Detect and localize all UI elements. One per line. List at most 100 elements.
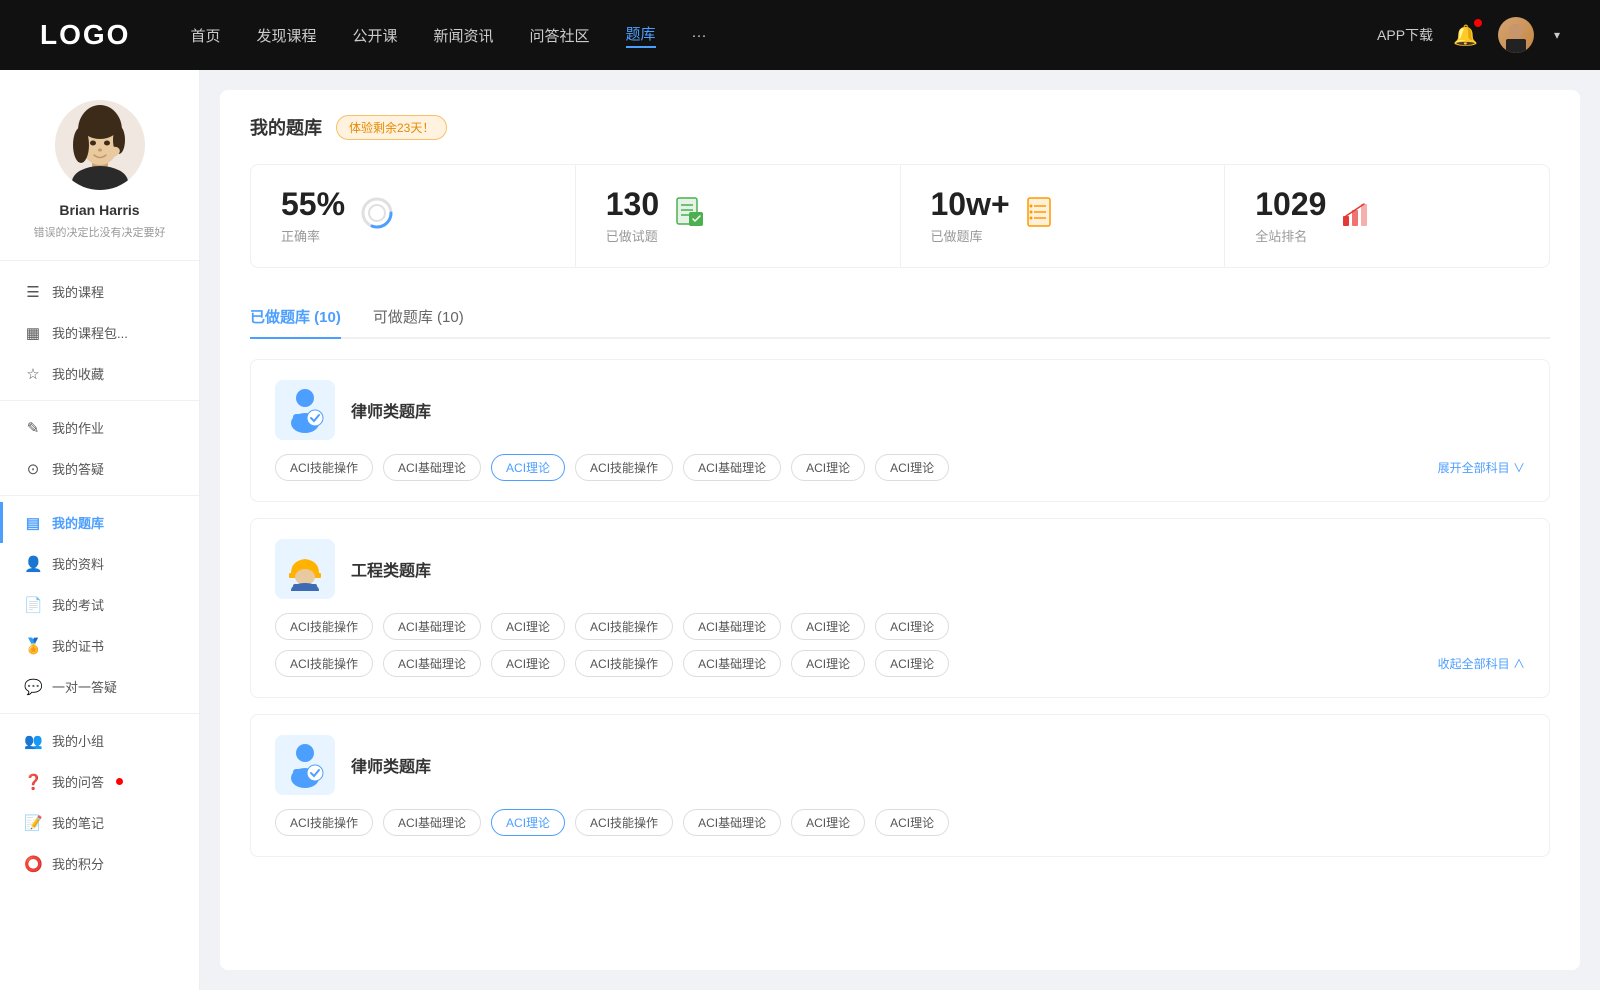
qbank-lawyer1-icon [275,380,335,440]
qbank-lawyer1-tags: ACI技能操作 ACI基础理论 ACI理论 ACI技能操作 ACI基础理论 AC… [275,454,1525,481]
stat-done-questions: 130 已做试题 [576,165,901,267]
qbank-card-engineer-header: 工程类题库 [275,539,1525,599]
collapse-engineer-link[interactable]: 收起全部科目 ∧ [1438,655,1525,672]
stat-rank-value: 1029 [1255,187,1326,222]
answerqa-icon: ⊙ [24,460,42,478]
header-right: APP下载 🔔 ▾ [1377,17,1560,53]
tag-lawyer2-1[interactable]: ACI技能操作 [275,809,373,836]
stat-rank-text: 1029 全站排名 [1255,187,1326,245]
app-download-button[interactable]: APP下载 [1377,25,1433,45]
sidebar-item-favorites[interactable]: ☆ 我的收藏 [0,353,199,394]
tag-lawyer1-1[interactable]: ACI技能操作 [275,454,373,481]
sidebar-menu: ☰ 我的课程 ▦ 我的课程包... ☆ 我的收藏 ✎ 我的作业 ⊙ 我的答疑 [0,261,199,894]
tag-lawyer2-7[interactable]: ACI理论 [875,809,949,836]
qbank-lawyer2-tags: ACI技能操作 ACI基础理论 ACI理论 ACI技能操作 ACI基础理论 AC… [275,809,1525,836]
tag-eng-13[interactable]: ACI理论 [791,650,865,677]
user-avatar [55,100,145,190]
tag-eng-12[interactable]: ACI基础理论 [683,650,781,677]
tag-eng-11[interactable]: ACI技能操作 [575,650,673,677]
favorites-icon: ☆ [24,365,42,383]
tag-eng-8[interactable]: ACI技能操作 [275,650,373,677]
questions-document-icon [673,196,707,237]
expand-lawyer1-link[interactable]: 展开全部科目 ∨ [1438,459,1525,476]
tag-lawyer1-7[interactable]: ACI理论 [875,454,949,481]
main-container: Brian Harris 错误的决定比没有决定要好 ☰ 我的课程 ▦ 我的课程包… [0,70,1600,990]
user-avatar-header[interactable] [1498,17,1534,53]
sidebar-item-exam[interactable]: 📄 我的考试 [0,584,199,625]
sidebar-item-course-package[interactable]: ▦ 我的课程包... [0,312,199,353]
sidebar-divider-2 [0,495,199,496]
rank-chart-icon [1340,196,1374,237]
tag-lawyer1-6[interactable]: ACI理论 [791,454,865,481]
sidebar-item-qbank[interactable]: ▤ 我的题库 [0,502,199,543]
tag-lawyer2-3[interactable]: ACI理论 [491,809,565,836]
banks-checklist-icon [1024,196,1058,237]
tag-eng-5[interactable]: ACI基础理论 [683,613,781,640]
sidebar-item-certificate-label: 我的证书 [52,636,104,655]
qbank-lawyer2-title: 律师类题库 [351,753,431,777]
sidebar: Brian Harris 错误的决定比没有决定要好 ☰ 我的课程 ▦ 我的课程包… [0,70,200,990]
tag-lawyer1-2[interactable]: ACI基础理论 [383,454,481,481]
tag-eng-1[interactable]: ACI技能操作 [275,613,373,640]
stat-done-banks-text: 10w+ 已做题库 [931,187,1010,245]
tag-lawyer1-3[interactable]: ACI理论 [491,454,565,481]
sidebar-item-course[interactable]: ☰ 我的课程 [0,271,199,312]
group-icon: 👥 [24,732,42,750]
sidebar-item-notes[interactable]: 📝 我的笔记 [0,802,199,843]
tag-lawyer2-4[interactable]: ACI技能操作 [575,809,673,836]
nav-more[interactable]: ··· [692,27,707,44]
tag-eng-3[interactable]: ACI理论 [491,613,565,640]
tag-lawyer1-5[interactable]: ACI基础理论 [683,454,781,481]
stat-done-questions-label: 已做试题 [606,226,659,245]
profile-icon: 👤 [24,555,42,573]
tag-eng-9[interactable]: ACI基础理论 [383,650,481,677]
sidebar-item-course-label: 我的课程 [52,282,104,301]
header: LOGO 首页 发现课程 公开课 新闻资讯 问答社区 题库 ··· APP下载 … [0,0,1600,70]
notification-bell-icon[interactable]: 🔔 [1453,23,1478,48]
tag-eng-6[interactable]: ACI理论 [791,613,865,640]
qbank-card-engineer: 工程类题库 ACI技能操作 ACI基础理论 ACI理论 ACI技能操作 ACI基… [250,518,1550,698]
sidebar-item-profile-label: 我的资料 [52,554,104,573]
sidebar-item-points[interactable]: ⭕ 我的积分 [0,843,199,884]
nav-home[interactable]: 首页 [190,25,220,46]
tab-available[interactable]: 可做题库 (10) [373,296,464,337]
sidebar-item-profile[interactable]: 👤 我的资料 [0,543,199,584]
nav-open-course[interactable]: 公开课 [352,25,397,46]
sidebar-item-certificate[interactable]: 🏅 我的证书 [0,625,199,666]
qbank-tabs: 已做题库 (10) 可做题库 (10) [250,296,1550,339]
tag-eng-2[interactable]: ACI基础理论 [383,613,481,640]
stat-accuracy-label: 正确率 [281,226,345,245]
stat-done-questions-text: 130 已做试题 [606,187,659,245]
sidebar-item-tutoring[interactable]: 💬 一对一答疑 [0,666,199,707]
stat-done-banks: 10w+ 已做题库 [901,165,1226,267]
qbank-card-lawyer1-header: 律师类题库 [275,380,1525,440]
qbank-engineer-icon [275,539,335,599]
sidebar-item-group-label: 我的小组 [52,731,104,750]
exam-icon: 📄 [24,596,42,614]
tag-eng-14[interactable]: ACI理论 [875,650,949,677]
tag-lawyer2-6[interactable]: ACI理论 [791,809,865,836]
course-package-icon: ▦ [24,324,42,342]
sidebar-item-answerqa[interactable]: ⊙ 我的答疑 [0,448,199,489]
user-menu-chevron-icon[interactable]: ▾ [1554,28,1560,42]
myqa-icon: ❓ [24,773,42,791]
tutoring-icon: 💬 [24,678,42,696]
nav-discover[interactable]: 发现课程 [256,25,316,46]
myqa-notification-dot [116,778,123,785]
tag-eng-7[interactable]: ACI理论 [875,613,949,640]
sidebar-item-homework[interactable]: ✎ 我的作业 [0,407,199,448]
tag-lawyer2-2[interactable]: ACI基础理论 [383,809,481,836]
stat-done-questions-value: 130 [606,187,659,222]
nav-qbank[interactable]: 题库 [626,23,656,48]
tag-lawyer1-4[interactable]: ACI技能操作 [575,454,673,481]
tag-lawyer2-5[interactable]: ACI基础理论 [683,809,781,836]
qbank-card-lawyer1: 律师类题库 ACI技能操作 ACI基础理论 ACI理论 ACI技能操作 ACI基… [250,359,1550,502]
stat-done-banks-value: 10w+ [931,187,1010,222]
tag-eng-4[interactable]: ACI技能操作 [575,613,673,640]
tag-eng-10[interactable]: ACI理论 [491,650,565,677]
sidebar-item-myqa[interactable]: ❓ 我的问答 [0,761,199,802]
nav-news[interactable]: 新闻资讯 [434,25,494,46]
tab-done[interactable]: 已做题库 (10) [250,296,341,337]
sidebar-item-group[interactable]: 👥 我的小组 [0,720,199,761]
nav-qa[interactable]: 问答社区 [530,25,590,46]
